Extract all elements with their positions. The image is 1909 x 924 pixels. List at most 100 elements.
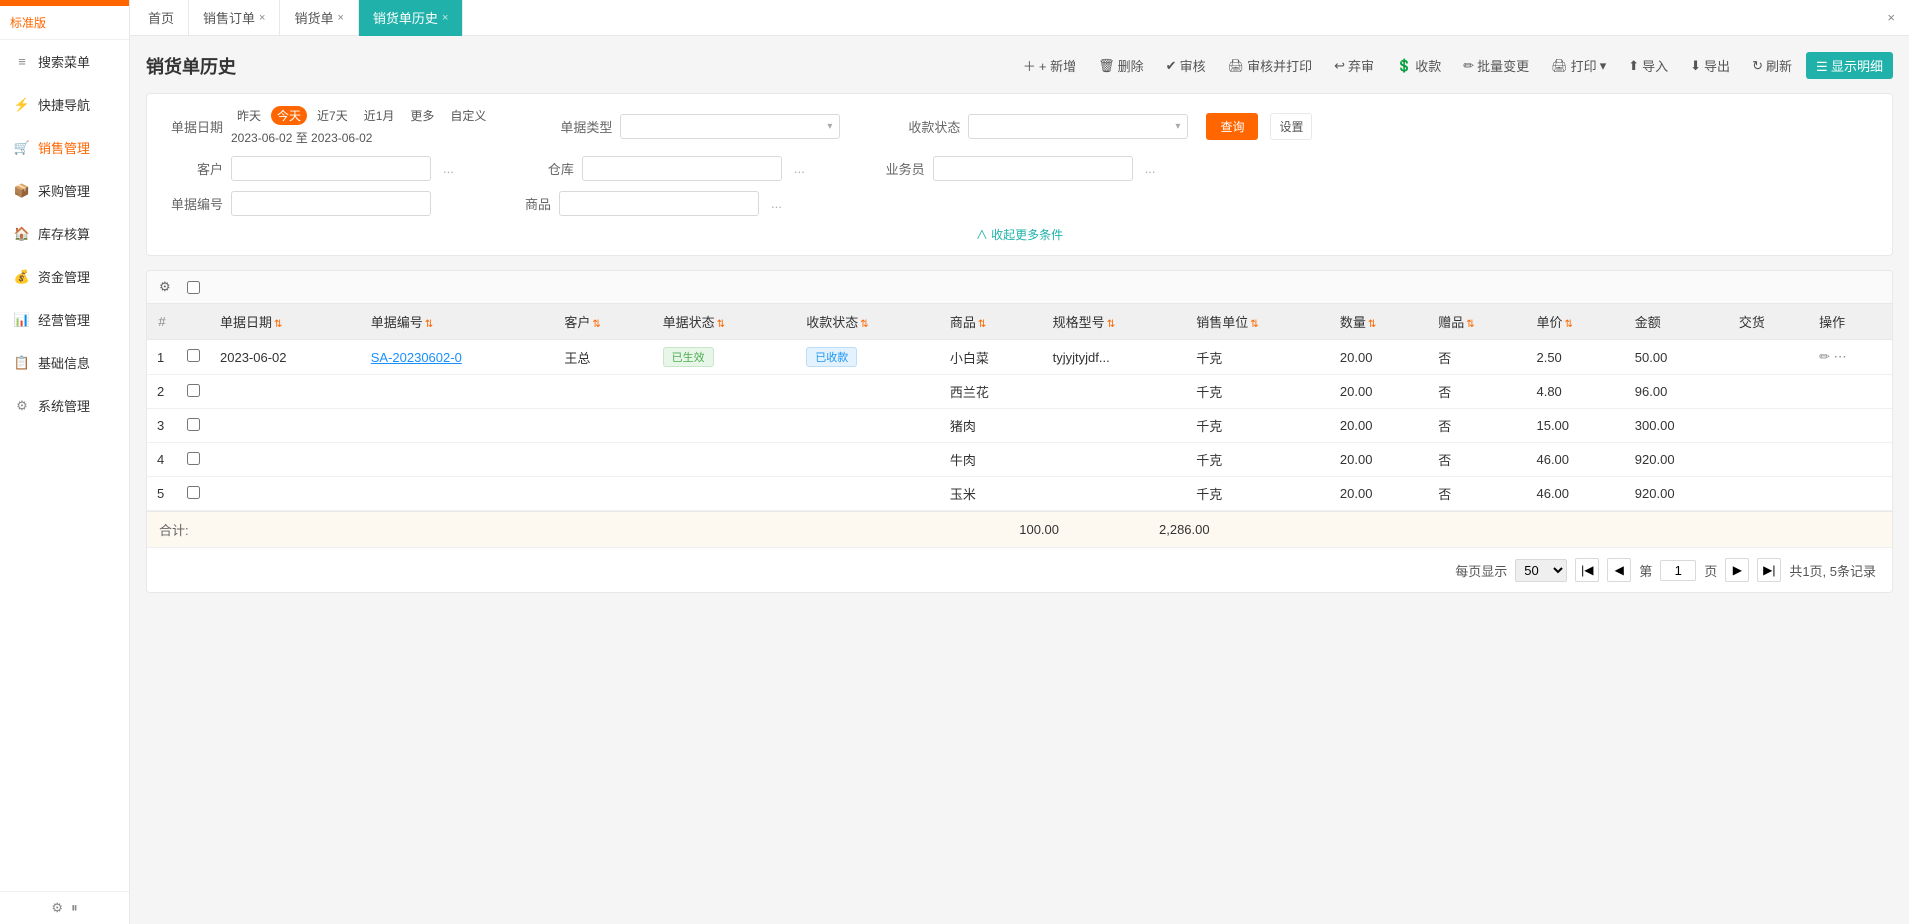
goods-input[interactable] <box>559 191 759 216</box>
col-spec[interactable]: 规格型号⇅ <box>1043 304 1187 340</box>
doc-no-sort-icon: ⇅ <box>425 319 433 330</box>
sidebar-item-purchase[interactable]: 📦 采购管理 <box>0 169 129 212</box>
batch-change-button[interactable]: ✏ 批量变更 <box>1455 52 1537 79</box>
sales-icon: 🛒 <box>14 140 30 156</box>
cell-actions[interactable]: ✏ ⋯ <box>1809 340 1892 375</box>
cell-doc-status <box>653 443 797 477</box>
cell-checkbox[interactable] <box>177 443 210 477</box>
date-tag-1month[interactable]: 近1月 <box>358 106 401 125</box>
payment-status-select[interactable] <box>968 114 1188 139</box>
col-goods[interactable]: 商品⇅ <box>940 304 1043 340</box>
select-all-checkbox[interactable] <box>187 281 200 294</box>
cell-actions[interactable] <box>1809 443 1892 477</box>
col-doc-no[interactable]: 单据编号⇅ <box>361 304 555 340</box>
tab-sales-order-close[interactable]: × <box>259 12 265 24</box>
tab-sales-history-close[interactable]: × <box>442 12 448 24</box>
row-checkbox[interactable] <box>187 384 200 397</box>
collapse-button[interactable]: ∧ 收起更多条件 <box>163 226 1876 243</box>
settings-button[interactable]: 设置 <box>1270 113 1312 140</box>
query-button[interactable]: 查询 <box>1206 113 1258 140</box>
per-page-select[interactable]: 50 100 200 <box>1515 559 1567 582</box>
print-button[interactable]: 🖨 打印 ▾ <box>1543 52 1614 79</box>
refresh-button[interactable]: ↻ 刷新 <box>1744 52 1800 79</box>
col-price[interactable]: 单价⇅ <box>1526 304 1624 340</box>
cell-actions[interactable] <box>1809 375 1892 409</box>
warehouse-input[interactable] <box>582 156 782 181</box>
edit-icon[interactable]: ✏ <box>1819 349 1830 364</box>
collect-button[interactable]: 💲 收款 <box>1388 52 1449 79</box>
abandon-button[interactable]: ↩ 弃审 <box>1326 52 1382 79</box>
row-checkbox[interactable] <box>187 418 200 431</box>
new-button[interactable]: ＋ + 新增 <box>1015 52 1084 79</box>
date-tag-more[interactable]: 更多 <box>404 106 440 125</box>
page-number-input[interactable] <box>1660 560 1696 581</box>
col-date[interactable]: 单据日期⇅ <box>210 304 361 340</box>
import-button[interactable]: ⬆ 导入 <box>1620 52 1676 79</box>
goods-dots[interactable]: ... <box>771 196 782 211</box>
row-checkbox[interactable] <box>187 486 200 499</box>
row-checkbox[interactable] <box>187 349 200 362</box>
tabs-close-all[interactable]: × <box>1877 10 1905 25</box>
delete-button[interactable]: 🗑 删除 <box>1090 52 1152 79</box>
cell-checkbox[interactable] <box>177 409 210 443</box>
tab-sales-delivery-close[interactable]: × <box>337 12 343 24</box>
export-button[interactable]: ⬇ 导出 <box>1682 52 1738 79</box>
page-last-button[interactable]: ▶| <box>1757 558 1781 582</box>
col-customer[interactable]: 客户⇅ <box>554 304 652 340</box>
page-first-button[interactable]: |◀ <box>1575 558 1599 582</box>
date-tag-today[interactable]: 今天 <box>271 106 307 125</box>
sidebar-item-sales[interactable]: 🛒 销售管理 <box>0 126 129 169</box>
more-icon[interactable]: ⋯ <box>1834 349 1847 364</box>
sidebar-item-inventory[interactable]: 🏠 库存核算 <box>0 212 129 255</box>
salesman-input[interactable] <box>933 156 1133 181</box>
tab-home[interactable]: 首页 <box>134 0 189 36</box>
cell-doc-no[interactable]: SA-20230602-0 <box>361 340 555 375</box>
display-detail-button[interactable]: ☰ 显示明细 <box>1806 52 1893 79</box>
cell-actions[interactable] <box>1809 477 1892 511</box>
inventory-icon: 🏠 <box>14 226 30 242</box>
cell-checkbox[interactable] <box>177 375 210 409</box>
customer-input[interactable] <box>231 156 431 181</box>
date-tag-custom[interactable]: 自定义 <box>444 106 492 125</box>
page-next-button[interactable]: ▶ <box>1725 558 1749 582</box>
review-print-button[interactable]: 🖨 审核并打印 <box>1220 52 1321 79</box>
sidebar-item-system[interactable]: ⚙ 系统管理 <box>0 384 129 427</box>
date-tag-yesterday[interactable]: 昨天 <box>231 106 267 125</box>
sidebar-pause-icon[interactable]: ⏸ <box>71 900 78 916</box>
col-unit[interactable]: 销售单位⇅ <box>1186 304 1330 340</box>
sidebar-item-quick[interactable]: ⚡ 快捷导航 <box>0 83 129 126</box>
tab-sales-history[interactable]: 销货单历史 × <box>359 0 463 36</box>
page-prev-button[interactable]: ◀ <box>1607 558 1631 582</box>
col-amount: 金额 <box>1625 304 1729 340</box>
operations-icon: 📊 <box>14 312 30 328</box>
tab-sales-delivery[interactable]: 销货单 × <box>280 0 358 36</box>
customer-dots[interactable]: ... <box>443 161 454 176</box>
cell-actions[interactable] <box>1809 409 1892 443</box>
table-settings-icon[interactable]: ⚙ <box>159 279 171 295</box>
col-pay-status[interactable]: 收款状态⇅ <box>796 304 940 340</box>
col-doc-status[interactable]: 单据状态⇅ <box>653 304 797 340</box>
tab-sales-order[interactable]: 销售订单 × <box>189 0 280 36</box>
cell-qty: 20.00 <box>1330 375 1428 409</box>
filter-goods: 商品 ... <box>491 191 782 216</box>
review-button[interactable]: ✔ 审核 <box>1158 52 1214 79</box>
salesman-dots[interactable]: ... <box>1145 161 1156 176</box>
sidebar-item-search[interactable]: ≡ 搜索菜单 <box>0 40 129 83</box>
doc-no-link[interactable]: SA-20230602-0 <box>371 350 462 365</box>
date-tag-7days[interactable]: 近7天 <box>311 106 354 125</box>
cell-checkbox[interactable] <box>177 477 210 511</box>
warehouse-dots[interactable]: ... <box>794 161 805 176</box>
sidebar-item-basic[interactable]: 📋 基础信息 <box>0 341 129 384</box>
sidebar-settings-icon[interactable]: ⚙ <box>51 900 63 916</box>
table-footer: 合计: 100.00 2,286.00 <box>147 511 1892 547</box>
doc-no-input[interactable] <box>231 191 431 216</box>
sidebar-item-operations[interactable]: 📊 经营管理 <box>0 298 129 341</box>
col-gift[interactable]: 赠品⇅ <box>1428 304 1526 340</box>
cell-checkbox[interactable] <box>177 340 210 375</box>
row-checkbox[interactable] <box>187 452 200 465</box>
col-qty[interactable]: 数量⇅ <box>1330 304 1428 340</box>
doc-type-select[interactable] <box>620 114 840 139</box>
sidebar-item-finance[interactable]: 💰 资金管理 <box>0 255 129 298</box>
purchase-icon: 📦 <box>14 183 30 199</box>
unit-sort-icon: ⇅ <box>1250 319 1258 330</box>
